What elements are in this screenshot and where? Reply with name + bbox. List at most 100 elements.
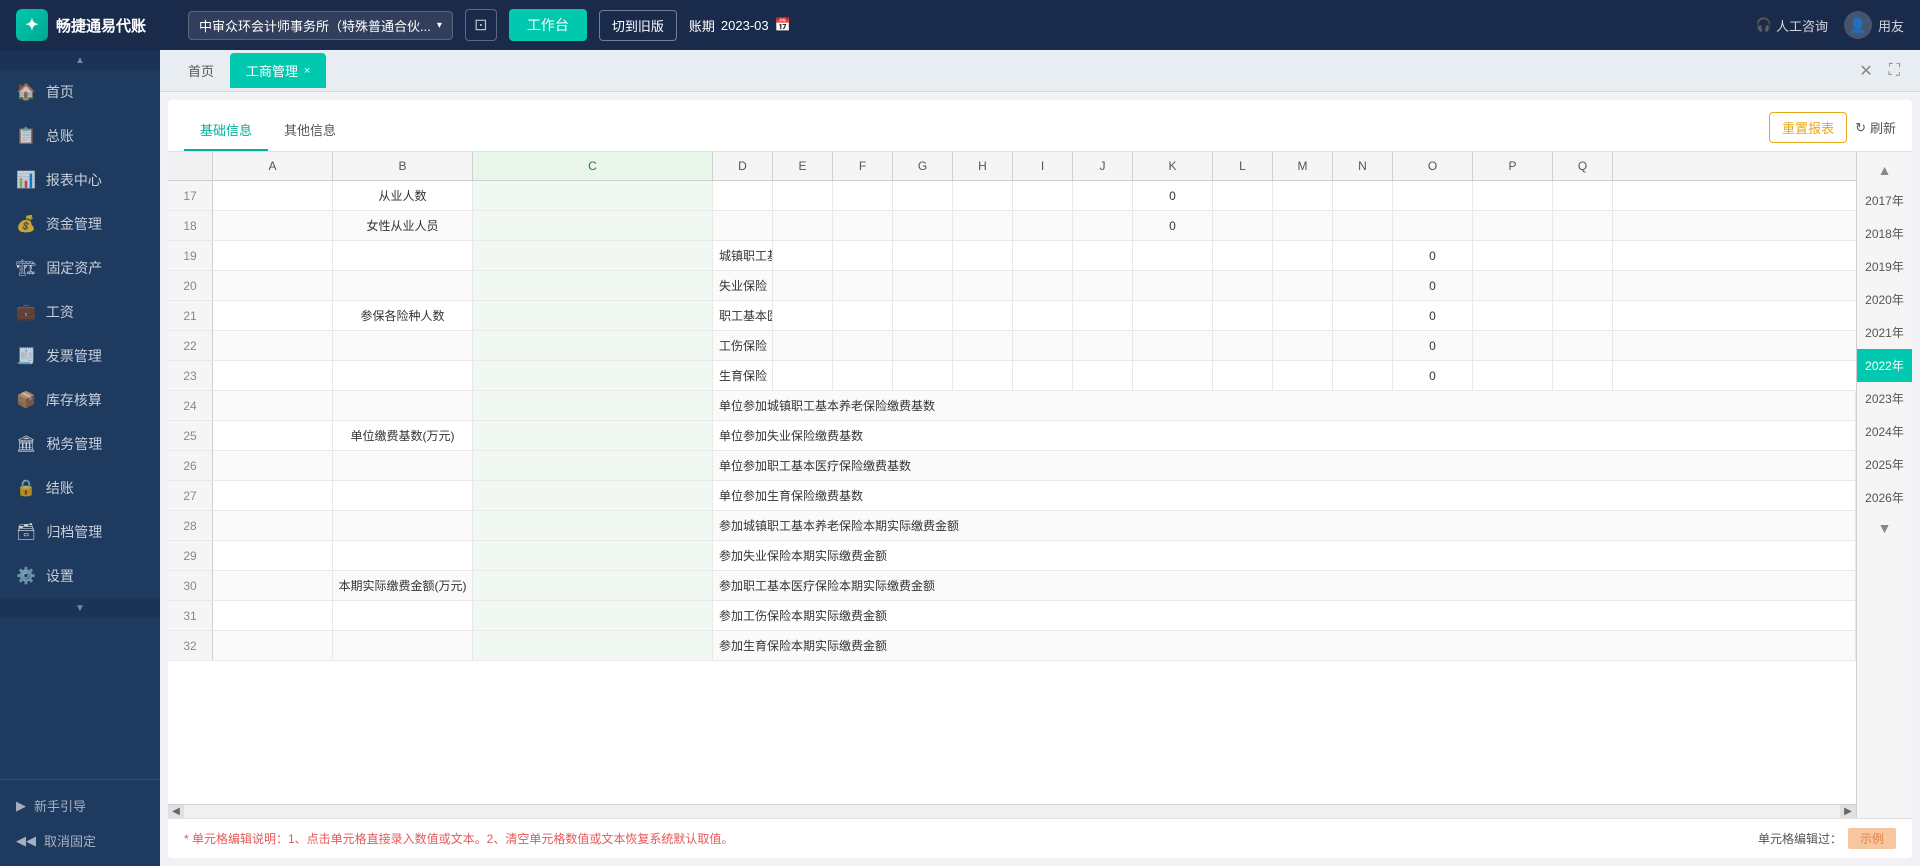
cell-18-G[interactable]: [893, 211, 953, 240]
cell-30-B[interactable]: 本期实际缴费金额(万元): [333, 571, 473, 600]
year-panel-up[interactable]: ▲: [1857, 156, 1912, 184]
cell-20-C[interactable]: [473, 271, 713, 300]
cell-20-F[interactable]: [833, 271, 893, 300]
cell-17-C[interactable]: [473, 181, 713, 210]
cell-22-H[interactable]: [953, 331, 1013, 360]
cell-21-P[interactable]: [1473, 301, 1553, 330]
cell-20-A[interactable]: [213, 271, 333, 300]
cell-23-J[interactable]: [1073, 361, 1133, 390]
cell-21-N[interactable]: [1333, 301, 1393, 330]
workbench-button[interactable]: 工作台: [509, 9, 587, 41]
cell-28-C[interactable]: [473, 511, 713, 540]
scroll-left-button[interactable]: ◀: [168, 805, 184, 819]
cell-18-N[interactable]: [1333, 211, 1393, 240]
cell-20-E[interactable]: [773, 271, 833, 300]
cell-18-L[interactable]: [1213, 211, 1273, 240]
cell-22-B[interactable]: [333, 331, 473, 360]
cell-21-G[interactable]: [893, 301, 953, 330]
cell-17-N[interactable]: [1333, 181, 1393, 210]
cell-20-B[interactable]: [333, 271, 473, 300]
sidebar-new-guide[interactable]: ▶ 新手引导: [0, 788, 160, 823]
cell-18-Q[interactable]: [1553, 211, 1613, 240]
cell-27-C[interactable]: [473, 481, 713, 510]
cell-21-Q[interactable]: [1553, 301, 1613, 330]
cell-19-Q[interactable]: [1553, 241, 1613, 270]
cell-19-P[interactable]: [1473, 241, 1553, 270]
cell-23-N[interactable]: [1333, 361, 1393, 390]
cell-17-K[interactable]: 0: [1133, 181, 1213, 210]
cell-22-C[interactable]: [473, 331, 713, 360]
cell-23-G[interactable]: [893, 361, 953, 390]
reset-report-button[interactable]: 重置报表: [1769, 112, 1847, 143]
cell-19-B[interactable]: [333, 241, 473, 270]
year-item-2024[interactable]: 2024年: [1857, 415, 1912, 448]
spreadsheet-body[interactable]: 17 从业人数 0: [168, 181, 1856, 804]
cell-22-Q[interactable]: [1553, 331, 1613, 360]
cell-23-A[interactable]: [213, 361, 333, 390]
cell-21-F[interactable]: [833, 301, 893, 330]
cell-28-D[interactable]: 参加城镇职工基本养老保险本期实际缴费金额: [713, 511, 1856, 540]
cell-20-I[interactable]: [1013, 271, 1073, 300]
cell-26-B[interactable]: [333, 451, 473, 480]
cell-22-M[interactable]: [1273, 331, 1333, 360]
cell-30-C[interactable]: [473, 571, 713, 600]
cell-28-B[interactable]: [333, 511, 473, 540]
sidebar-scroll-down[interactable]: ▼: [0, 598, 160, 618]
cell-22-O[interactable]: 0: [1393, 331, 1473, 360]
cell-23-Q[interactable]: [1553, 361, 1613, 390]
cell-26-D[interactable]: 单位参加职工基本医疗保险缴费基数: [713, 451, 1856, 480]
cell-25-D[interactable]: 单位参加失业保险缴费基数: [713, 421, 1856, 450]
close-window-button[interactable]: ✕: [1855, 57, 1876, 85]
cell-23-O[interactable]: 0: [1393, 361, 1473, 390]
cell-26-C[interactable]: [473, 451, 713, 480]
cell-21-K[interactable]: [1133, 301, 1213, 330]
sidebar-scroll-up[interactable]: ▲: [0, 50, 160, 70]
year-item-2021[interactable]: 2021年: [1857, 316, 1912, 349]
cell-19-L[interactable]: [1213, 241, 1273, 270]
sidebar-item-tax[interactable]: 🏛 税务管理: [0, 422, 160, 466]
cell-17-H[interactable]: [953, 181, 1013, 210]
cell-20-L[interactable]: [1213, 271, 1273, 300]
cell-27-D[interactable]: 单位参加生育保险缴费基数: [713, 481, 1856, 510]
tab-close-icon[interactable]: ×: [304, 65, 310, 77]
cell-21-D[interactable]: 职工基本医疗保险: [713, 301, 773, 330]
cell-18-E[interactable]: [773, 211, 833, 240]
cell-19-M[interactable]: [1273, 241, 1333, 270]
cell-24-A[interactable]: [213, 391, 333, 420]
cell-31-A[interactable]: [213, 601, 333, 630]
cell-17-Q[interactable]: [1553, 181, 1613, 210]
cell-23-H[interactable]: [953, 361, 1013, 390]
sidebar-item-settings[interactable]: ⚙️ 设置: [0, 554, 160, 598]
cell-19-F[interactable]: [833, 241, 893, 270]
sidebar-item-finance[interactable]: 💰 资金管理: [0, 202, 160, 246]
expand-button[interactable]: ⛶: [1885, 58, 1904, 84]
cell-22-N[interactable]: [1333, 331, 1393, 360]
cell-21-O[interactable]: 0: [1393, 301, 1473, 330]
calendar-icon[interactable]: 📅: [775, 17, 791, 33]
scroll-track[interactable]: [184, 805, 1840, 819]
cell-32-B[interactable]: [333, 631, 473, 660]
sidebar-item-ledger[interactable]: 📋 总账: [0, 114, 160, 158]
cell-17-O[interactable]: [1393, 181, 1473, 210]
cell-22-P[interactable]: [1473, 331, 1553, 360]
cell-30-D[interactable]: 参加职工基本医疗保险本期实际缴费金额: [713, 571, 1856, 600]
cell-21-I[interactable]: [1013, 301, 1073, 330]
cell-17-A[interactable]: [213, 181, 333, 210]
cell-21-E[interactable]: [773, 301, 833, 330]
cell-19-C[interactable]: [473, 241, 713, 270]
cell-19-N[interactable]: [1333, 241, 1393, 270]
cell-20-K[interactable]: [1133, 271, 1213, 300]
cell-23-P[interactable]: [1473, 361, 1553, 390]
cell-18-J[interactable]: [1073, 211, 1133, 240]
cell-23-M[interactable]: [1273, 361, 1333, 390]
cell-22-A[interactable]: [213, 331, 333, 360]
cell-22-G[interactable]: [893, 331, 953, 360]
tab-gongshang[interactable]: 工商管理 ×: [230, 53, 326, 88]
cell-29-C[interactable]: [473, 541, 713, 570]
year-item-2019[interactable]: 2019年: [1857, 250, 1912, 283]
cell-20-M[interactable]: [1273, 271, 1333, 300]
sub-tab-basic[interactable]: 基础信息: [184, 112, 268, 151]
cell-23-F[interactable]: [833, 361, 893, 390]
cell-19-E[interactable]: [773, 241, 833, 270]
year-item-2018[interactable]: 2018年: [1857, 217, 1912, 250]
